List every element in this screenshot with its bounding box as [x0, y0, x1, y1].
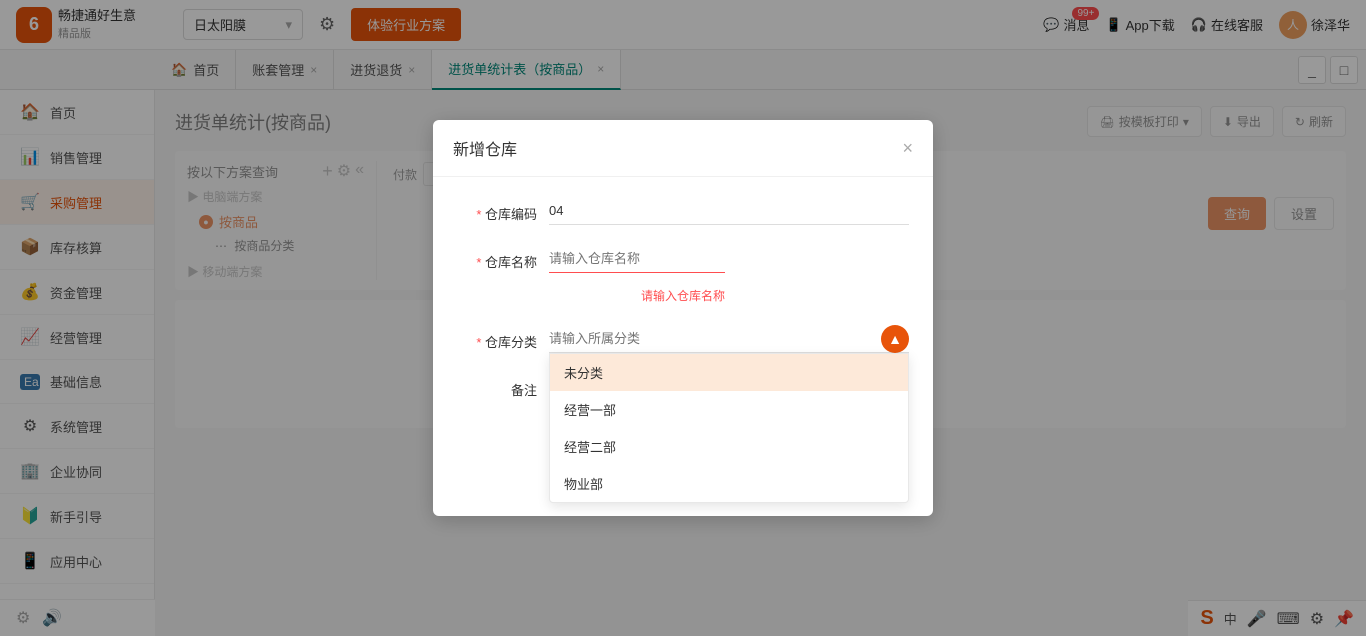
modal-header: 新增仓库 ×: [433, 120, 933, 177]
name-error-msg: 请输入仓库名称: [641, 289, 725, 303]
dropdown-item-none[interactable]: 未分类: [550, 354, 908, 391]
remark-label: 备注: [457, 373, 537, 399]
warehouse-name-input[interactable]: [549, 245, 725, 273]
category-dropdown: 未分类 经营一部 经营二部 物业部: [549, 353, 909, 503]
warehouse-code-input[interactable]: [549, 197, 909, 225]
dropdown-item-dept1[interactable]: 经营一部: [550, 391, 908, 428]
main-layout: 🏠 首页 📊 销售管理 🛒 采购管理 📦 库存核算 💰 资金管理 📈 经营管理 …: [0, 90, 1366, 636]
category-input[interactable]: [549, 325, 909, 353]
name-input-wrapper: [549, 245, 817, 273]
modal-body: 仓库编码 仓库名称 请输入仓库名称: [433, 177, 933, 445]
warehouse-code-row: 仓库编码: [457, 197, 909, 225]
warehouse-category-row: 仓库分类 ▲ 未分类 经营一部 经营二部 物业部: [457, 325, 909, 353]
name-label: 仓库名称: [457, 245, 537, 271]
cat-label: 仓库分类: [457, 325, 537, 351]
modal-overlay[interactable]: 新增仓库 × 仓库编码 仓库名称: [155, 90, 1366, 636]
dropdown-item-dept2[interactable]: 经营二部: [550, 428, 908, 465]
modal-close-button[interactable]: ×: [902, 138, 913, 159]
category-toggle-button[interactable]: ▲: [881, 325, 909, 353]
content-area: 进货单统计(按商品) 🖨 按模板打印 ▾ ⬇ 导出 ↻ 刷新: [155, 90, 1366, 636]
category-select-wrapper: ▲ 未分类 经营一部 经营二部 物业部: [549, 325, 909, 353]
modal-title: 新增仓库: [453, 136, 517, 160]
warehouse-name-row: 仓库名称 请输入仓库名称: [457, 245, 909, 305]
code-label: 仓库编码: [457, 197, 537, 223]
add-warehouse-modal: 新增仓库 × 仓库编码 仓库名称: [433, 120, 933, 516]
dropdown-item-property[interactable]: 物业部: [550, 465, 908, 502]
